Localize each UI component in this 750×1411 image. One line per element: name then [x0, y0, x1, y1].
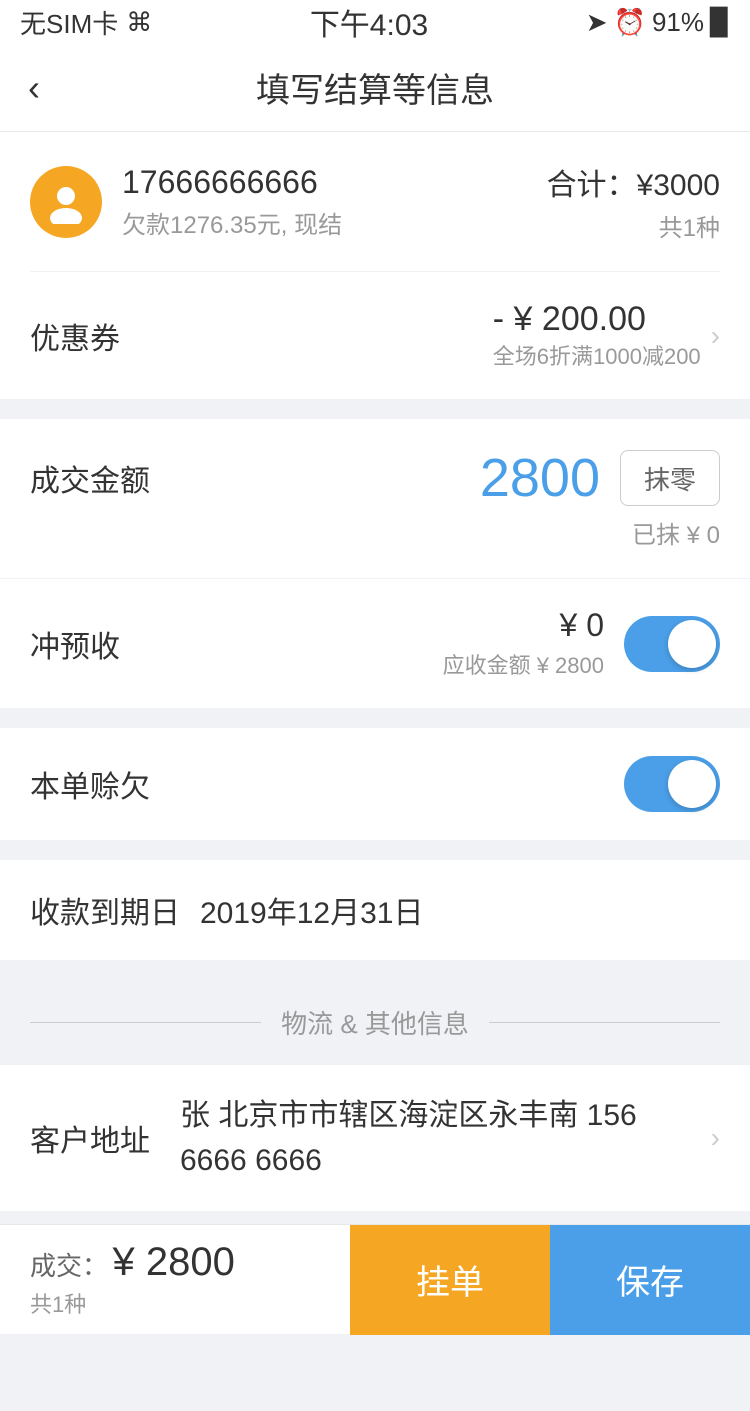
customer-row: 17666666666 欠款1276.35元, 现结 合计：¥3000 共1种 — [0, 132, 750, 271]
amount-section: 成交金额 2800 抹零 已抹 ¥ 0 — [0, 419, 750, 578]
amount-row: 成交金额 2800 抹零 — [30, 447, 720, 509]
total-amount: 合计：¥3000 — [547, 160, 720, 204]
precollect-sub: 应收金额 ¥ 2800 — [443, 648, 604, 680]
bottom-count: 共1种 — [30, 1287, 320, 1319]
page-title: 填写结算等信息 — [256, 63, 494, 112]
debt-section: 本单赊欠 — [0, 728, 750, 840]
due-date-label: 收款到期日 — [30, 888, 180, 932]
amount-value: 2800 — [480, 447, 600, 509]
bottom-title-row: 成交： ¥ 2800 — [30, 1240, 320, 1285]
avatar — [30, 166, 102, 238]
address-chevron-icon: › — [711, 1122, 720, 1154]
toggle-knob — [668, 620, 716, 668]
coupon-row[interactable]: 优惠券 - ¥ 200.00 全场6折满1000减200 › — [0, 272, 750, 399]
status-bar: 无SIM卡 ⌘ 下午4:03 ➤ ⏰ 91% ▉ — [0, 0, 750, 44]
precollect-amount: ¥ 0 应收金额 ¥ 2800 — [443, 607, 604, 680]
coupon-right: - ¥ 200.00 全场6折满1000减200 › — [493, 300, 720, 371]
bottom-summary: 成交： ¥ 2800 共1种 — [0, 1240, 350, 1319]
coupon-label: 优惠券 — [30, 314, 120, 358]
amount-sub: 已抹 ¥ 0 — [30, 515, 720, 550]
alarm-icon: ⏰ — [614, 7, 646, 38]
precollect-row: 冲预收 ¥ 0 应收金额 ¥ 2800 — [30, 607, 720, 680]
amount-label: 成交金额 — [30, 456, 150, 500]
total-count: 共1种 — [547, 208, 720, 243]
nav-bar: ‹ 填写结算等信息 — [0, 44, 750, 132]
status-left: 无SIM卡 ⌘ — [20, 4, 152, 41]
carrier-text: 无SIM卡 — [20, 4, 118, 41]
customer-info: 17666666666 欠款1276.35元, 现结 — [122, 164, 342, 240]
due-date-section: 收款到期日 2019年12月31日 — [0, 860, 750, 960]
address-section[interactable]: 客户地址 张 北京市市辖区海淀区永丰南 156 6666 6666 › — [0, 1065, 750, 1211]
toggle-knob-debt — [668, 760, 716, 808]
bottom-title: 成交： — [30, 1251, 108, 1281]
precollect-right: ¥ 0 应收金额 ¥ 2800 — [443, 607, 720, 680]
due-date-value: 2019年12月31日 — [200, 888, 423, 932]
address-row: 客户地址 张 北京市市辖区海淀区永丰南 156 6666 6666 › — [30, 1093, 720, 1183]
chevron-right-icon: › — [711, 320, 720, 352]
battery-icon: ▉ — [710, 7, 730, 38]
divider-bar-left — [30, 1022, 261, 1023]
section-divider: 物流 & 其他信息 — [0, 980, 750, 1065]
precollect-section: 冲预收 ¥ 0 应收金额 ¥ 2800 — [0, 578, 750, 708]
divider-bar-right — [489, 1022, 720, 1023]
customer-card: 17666666666 欠款1276.35元, 现结 合计：¥3000 共1种 … — [0, 132, 750, 399]
status-right: ➤ ⏰ 91% ▉ — [586, 7, 730, 38]
bottom-bar: 成交： ¥ 2800 共1种 挂单 保存 — [0, 1224, 750, 1334]
divider-text: 物流 & 其他信息 — [281, 1004, 469, 1041]
save-button[interactable]: 保存 — [550, 1225, 750, 1335]
customer-right: 合计：¥3000 共1种 — [547, 160, 720, 243]
address-value: 张 北京市市辖区海淀区永丰南 156 6666 6666 — [180, 1093, 711, 1183]
customer-left: 17666666666 欠款1276.35元, 现结 — [30, 164, 342, 240]
precollect-toggle[interactable] — [624, 616, 720, 672]
content: 17666666666 欠款1276.35元, 现结 合计：¥3000 共1种 … — [0, 132, 750, 1411]
round-zero-button[interactable]: 抹零 — [620, 450, 720, 506]
hang-button[interactable]: 挂单 — [350, 1225, 550, 1335]
precollect-label: 冲预收 — [30, 622, 120, 666]
location-icon: ➤ — [586, 7, 608, 38]
back-button[interactable]: ‹ — [28, 67, 40, 109]
customer-phone: 17666666666 — [122, 164, 342, 201]
debt-label: 本单赊欠 — [30, 762, 150, 806]
debt-toggle[interactable] — [624, 756, 720, 812]
coupon-discount: - ¥ 200.00 — [493, 300, 701, 339]
due-date-row: 收款到期日 2019年12月31日 — [30, 888, 720, 932]
battery-text: 91% — [652, 7, 704, 38]
status-time: 下午4:03 — [310, 0, 428, 44]
wifi-icon: ⌘ — [126, 7, 152, 38]
address-label: 客户地址 — [30, 1116, 150, 1160]
precollect-value: ¥ 0 — [443, 607, 604, 644]
amount-right: 2800 抹零 — [480, 447, 720, 509]
bottom-amount: ¥ 2800 — [112, 1240, 234, 1284]
customer-sub: 欠款1276.35元, 现结 — [122, 205, 342, 240]
coupon-desc: 全场6折满1000减200 — [493, 339, 701, 371]
amount-card: 成交金额 2800 抹零 已抹 ¥ 0 冲预收 ¥ 0 应收金额 ¥ 2800 — [0, 419, 750, 708]
